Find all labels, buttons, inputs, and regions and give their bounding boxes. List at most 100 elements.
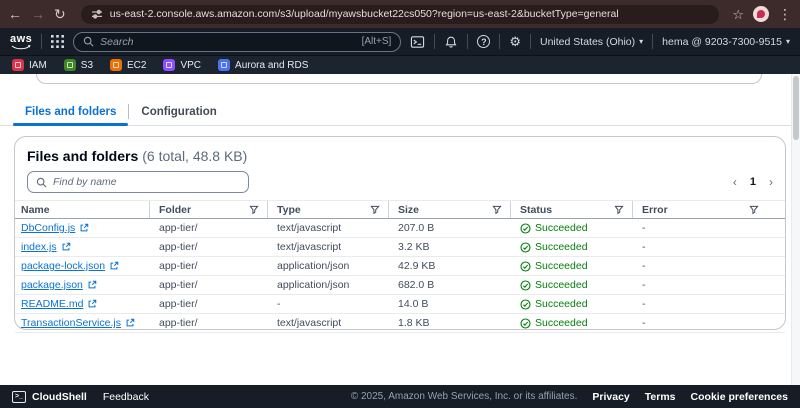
check-circle-icon — [520, 222, 531, 234]
cookie-preferences-link[interactable]: Cookie preferences — [691, 391, 788, 403]
settings-gear-icon[interactable]: ⚙ — [509, 35, 521, 48]
favorite-service-link[interactable]: IAM — [12, 59, 47, 71]
size-cell: 42.9 KB — [398, 260, 436, 272]
external-link-icon[interactable] — [87, 280, 97, 290]
global-search-placeholder: Search — [100, 35, 134, 48]
column-header-name[interactable]: Name — [15, 201, 150, 218]
browser-forward-icon[interactable]: → — [31, 7, 45, 21]
status-badge: Succeeded — [535, 260, 588, 272]
filter-icon[interactable] — [370, 205, 380, 215]
address-bar[interactable]: us-east-2.console.aws.amazon.com/s3/uplo… — [80, 4, 720, 24]
size-cell: 682.0 B — [398, 279, 435, 291]
external-link-icon[interactable] — [125, 318, 135, 328]
status-cell: Succeeded — [511, 241, 633, 253]
prev-page-icon[interactable]: ‹ — [733, 175, 737, 189]
cloudshell-footer-button[interactable]: >_ CloudShell — [12, 390, 87, 403]
aws-smile-icon — [11, 44, 31, 49]
favorite-service-link[interactable]: Aurora and RDS — [218, 59, 308, 71]
table-header: Name Folder Type Size Status Error — [15, 200, 785, 219]
browser-back-icon[interactable]: ← — [8, 7, 22, 21]
service-icon — [218, 59, 231, 71]
page-scrollbar[interactable] — [791, 74, 800, 385]
filter-icon[interactable] — [249, 205, 259, 215]
browser-profile-avatar[interactable] — [753, 6, 769, 22]
size-cell: 3.2 KB — [398, 241, 430, 253]
browser-menu-icon[interactable]: ⋮ — [778, 7, 792, 21]
browser-reload-icon[interactable]: ↻ — [54, 7, 66, 21]
column-header-error[interactable]: Error — [633, 201, 785, 218]
tab-configuration[interactable]: Configuration — [129, 98, 228, 125]
type-cell: application/json — [277, 260, 350, 272]
next-page-icon[interactable]: › — [769, 175, 773, 189]
privacy-link[interactable]: Privacy — [592, 391, 629, 403]
column-header-status[interactable]: Status — [511, 201, 633, 218]
search-icon — [83, 36, 94, 47]
status-cell: Succeeded — [511, 222, 633, 234]
column-header-size[interactable]: Size — [389, 201, 511, 218]
favorite-service-link[interactable]: EC2 — [110, 59, 146, 71]
type-cell: text/javascript — [277, 241, 342, 253]
file-link[interactable]: package-lock.json — [21, 260, 105, 272]
filter-icon[interactable] — [749, 205, 759, 215]
external-link-icon[interactable] — [79, 223, 89, 233]
divider — [530, 34, 531, 49]
global-search-input[interactable]: Search [Alt+S] — [73, 31, 402, 52]
region-selector[interactable]: United States (Ohio) ▾ — [540, 36, 643, 48]
column-header-folder[interactable]: Folder — [150, 201, 268, 218]
folder-cell: app-tier/ — [159, 241, 198, 253]
table-row: TransactionService.js app-tier/ text/jav… — [15, 314, 785, 333]
find-by-name-input[interactable]: Find by name — [27, 171, 249, 193]
folder-cell: app-tier/ — [159, 279, 198, 291]
search-shortcut: [Alt+S] — [361, 36, 392, 47]
panel-header: Files and folders (6 total, 48.8 KB) — [15, 137, 785, 168]
cloudshell-icon[interactable] — [410, 35, 425, 49]
aws-logo-text: aws — [10, 32, 33, 45]
external-link-icon[interactable] — [87, 299, 97, 309]
file-link[interactable]: README.md — [21, 298, 83, 310]
terms-link[interactable]: Terms — [645, 391, 676, 403]
file-name-cell: DbConfig.js — [15, 222, 150, 234]
help-icon[interactable]: ? — [477, 35, 491, 48]
notifications-bell-icon[interactable] — [444, 35, 458, 49]
status-cell: Succeeded — [511, 260, 633, 272]
aws-top-nav: aws Search [Alt+S] ? ⚙ United States (Oh… — [0, 28, 800, 56]
aws-logo[interactable]: aws — [10, 32, 33, 50]
tune-icon — [91, 9, 102, 19]
status-cell: Succeeded — [511, 317, 633, 329]
file-link[interactable]: DbConfig.js — [21, 222, 75, 234]
table-row: package.json app-tier/ application/json … — [15, 276, 785, 295]
file-link[interactable]: TransactionService.js — [21, 317, 121, 329]
column-header-type[interactable]: Type — [268, 201, 389, 218]
tab-files-and-folders[interactable]: Files and folders — [13, 98, 129, 126]
panel-title: Files and folders — [27, 148, 139, 164]
favorite-service-link[interactable]: VPC — [163, 59, 201, 71]
find-placeholder: Find by name — [53, 176, 117, 188]
file-link[interactable]: package.json — [21, 279, 83, 291]
service-icon — [12, 59, 24, 71]
bookmark-star-icon[interactable]: ☆ — [732, 8, 744, 21]
status-cell: Succeeded — [511, 279, 633, 291]
external-link-icon[interactable] — [109, 261, 119, 271]
size-cell: 1.8 KB — [398, 317, 430, 329]
file-link[interactable]: index.js — [21, 241, 57, 253]
scrollbar-thumb[interactable] — [793, 76, 799, 140]
filter-icon[interactable] — [614, 205, 624, 215]
favorite-service-link[interactable]: S3 — [63, 59, 93, 71]
filter-icon[interactable] — [492, 205, 502, 215]
file-name-cell: index.js — [15, 241, 150, 253]
file-name-cell: README.md — [15, 298, 150, 310]
table-body: DbConfig.js app-tier/ text/javascript 20… — [15, 219, 785, 333]
panel-summary: (6 total, 48.8 KB) — [142, 148, 248, 164]
divider — [434, 34, 436, 49]
account-menu[interactable]: hema @ 9203-7300-9515 ▾ — [662, 36, 790, 48]
files-table: Name Folder Type Size Status Error DbCon… — [15, 200, 785, 333]
size-cell: 207.0 B — [398, 222, 435, 234]
services-grid-icon[interactable] — [51, 35, 65, 48]
url-text: us-east-2.console.aws.amazon.com/s3/uplo… — [109, 8, 619, 20]
external-link-icon[interactable] — [61, 242, 71, 252]
divider — [652, 34, 654, 49]
table-row: DbConfig.js app-tier/ text/javascript 20… — [15, 219, 785, 238]
console-footer: >_ CloudShell Feedback © 2025, Amazon We… — [0, 385, 800, 408]
feedback-link[interactable]: Feedback — [103, 391, 149, 403]
current-page[interactable]: 1 — [750, 176, 756, 188]
